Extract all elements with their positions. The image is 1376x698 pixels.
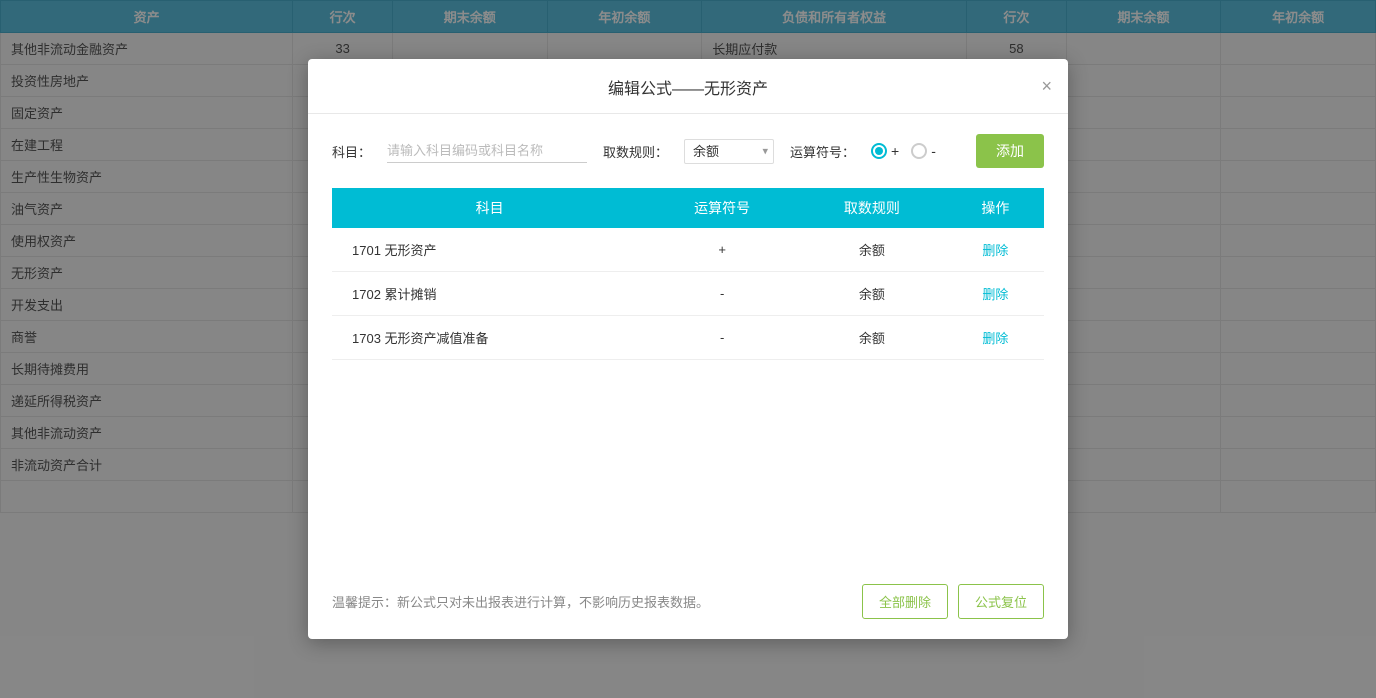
modal-footer: 温馨提示：新公式只对未出报表进行计算，不影响历史报表数据。 全部删除 公式复位 [308, 568, 1068, 639]
radio-minus-label: - [931, 143, 936, 159]
formula-rule-cell: 余额 [797, 228, 947, 272]
formula-operator-cell: + [647, 228, 797, 272]
formula-action-cell: 删除 [947, 272, 1044, 316]
rule-select-wrap: 余额 借方 贷方 [684, 139, 774, 164]
formula-rule-cell: 余额 [797, 272, 947, 316]
delete-row-button[interactable]: 删除 [982, 284, 1008, 303]
radio-minus-button[interactable] [911, 143, 927, 159]
formula-rule-cell: 余额 [797, 316, 947, 360]
modal-title: 编辑公式——无形资产 [608, 75, 768, 99]
modal-overlay: 编辑公式——无形资产 × 科目： 取数规则： 余额 借方 贷方 运算符号： [0, 0, 1376, 698]
formula-subject-cell: 1701 无形资产 [332, 228, 647, 272]
footer-hint: 温馨提示：新公式只对未出报表进行计算，不影响历史报表数据。 [332, 592, 709, 611]
radio-plus-label: + [891, 143, 899, 159]
rule-select[interactable]: 余额 借方 贷方 [684, 139, 774, 164]
formula-subject-cell: 1703 无形资产减值准备 [332, 316, 647, 360]
form-row: 科目： 取数规则： 余额 借方 贷方 运算符号： + [332, 134, 1044, 168]
col-subject: 科目 [332, 188, 647, 228]
operator-radio-group: + - [871, 143, 936, 159]
reset-formula-button[interactable]: 公式复位 [958, 584, 1044, 619]
formula-operator-cell: - [647, 272, 797, 316]
formula-action-cell: 删除 [947, 228, 1044, 272]
formula-operator-cell: - [647, 316, 797, 360]
formula-table: 科目 运算符号 取数规则 操作 1701 无形资产+余额删除1702 累计摊销-… [332, 188, 1044, 360]
modal-body: 科目： 取数规则： 余额 借方 贷方 运算符号： + [308, 114, 1068, 568]
formula-action-cell: 删除 [947, 316, 1044, 360]
add-button[interactable]: 添加 [976, 134, 1044, 168]
subject-label: 科目： [332, 142, 371, 161]
formula-row: 1702 累计摊销-余额 删除 [332, 272, 1044, 316]
subject-input[interactable] [387, 139, 587, 163]
modal-close-button[interactable]: × [1041, 77, 1052, 95]
delete-all-button[interactable]: 全部删除 [862, 584, 948, 619]
col-rule: 取数规则 [797, 188, 947, 228]
formula-row: 1701 无形资产+余额 删除 [332, 228, 1044, 272]
formula-subject-cell: 1702 累计摊销 [332, 272, 647, 316]
radio-plus-item[interactable]: + [871, 143, 899, 159]
col-action: 操作 [947, 188, 1044, 228]
footer-actions: 全部删除 公式复位 [862, 584, 1044, 619]
table-header-row: 科目 运算符号 取数规则 操作 [332, 188, 1044, 228]
col-operator: 运算符号 [647, 188, 797, 228]
rule-label: 取数规则： [603, 142, 668, 161]
formula-row: 1703 无形资产减值准备-余额 删除 [332, 316, 1044, 360]
radio-plus-button[interactable] [871, 143, 887, 159]
modal-header: 编辑公式——无形资产 × [308, 59, 1068, 114]
edit-formula-modal: 编辑公式——无形资产 × 科目： 取数规则： 余额 借方 贷方 运算符号： [308, 59, 1068, 639]
radio-minus-item[interactable]: - [911, 143, 936, 159]
operator-label: 运算符号： [790, 142, 855, 161]
delete-row-button[interactable]: 删除 [982, 328, 1008, 347]
delete-row-button[interactable]: 删除 [982, 240, 1008, 259]
